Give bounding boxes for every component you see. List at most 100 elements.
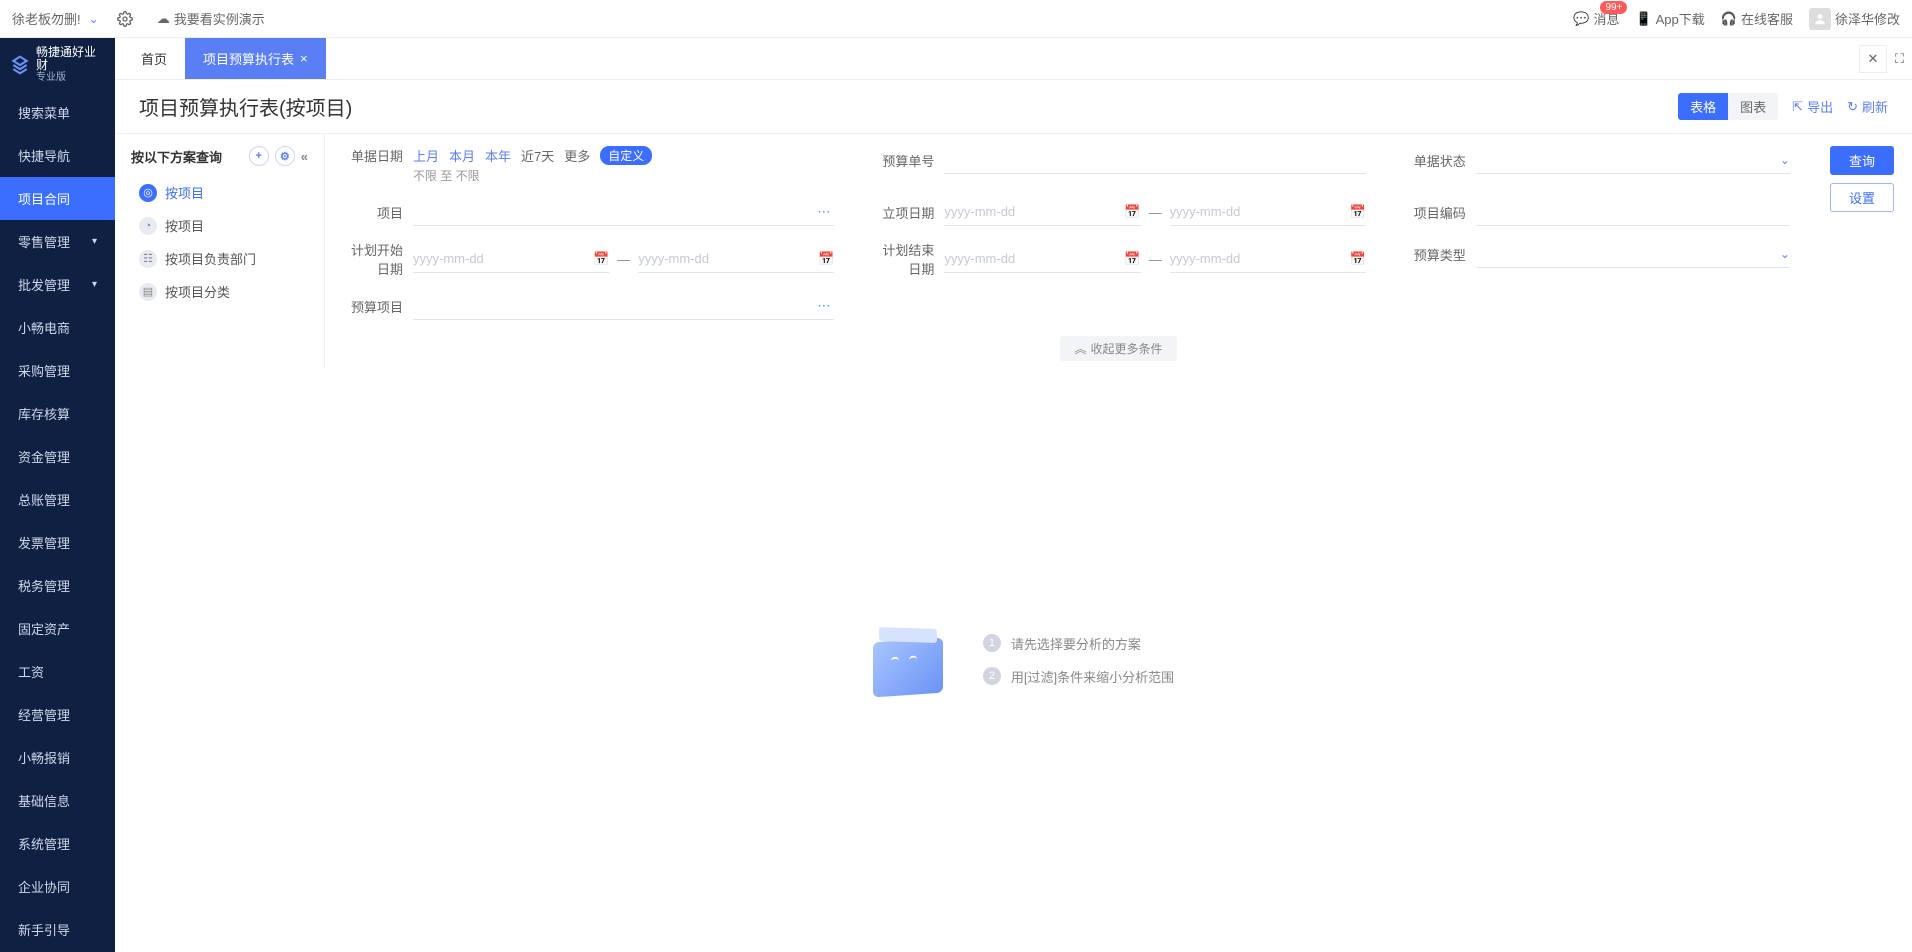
close-tabs-icon[interactable]: ✕ [1859, 45, 1887, 73]
org-selector[interactable]: 徐老板勿删! ⌄ [12, 9, 99, 28]
sidebar-item-11[interactable]: 税务管理 [0, 564, 115, 607]
headset-icon: 🎧 [1721, 11, 1737, 27]
bill-status-label: 单据状态 [1406, 151, 1476, 170]
setup-date-label: 立项日期 [874, 203, 944, 222]
sidebar-item-0[interactable]: 搜索菜单 [0, 91, 115, 134]
calendar-icon[interactable]: 📅 [818, 251, 834, 267]
quick-last-month[interactable]: 上月 [413, 146, 439, 165]
refresh-icon: ↻ [1847, 99, 1858, 115]
sidebar-item-3[interactable]: 零售管理▾ [0, 220, 115, 263]
setup-date-to[interactable] [1170, 204, 1346, 219]
support-button[interactable]: 🎧 在线客服 [1721, 9, 1793, 28]
fullscreen-icon[interactable]: ⛶ [1895, 51, 1904, 67]
scheme-icon: ▤ [139, 283, 157, 301]
chevron-down-icon: ⌄ [1780, 247, 1790, 261]
sidebar-item-10[interactable]: 发票管理 [0, 521, 115, 564]
sidebar-item-7[interactable]: 库存核算 [0, 392, 115, 435]
setup-date-from[interactable] [944, 204, 1120, 219]
sidebar-item-2[interactable]: 项目合同 [0, 177, 115, 220]
quick-last7[interactable]: 近7天 [521, 146, 554, 165]
sidebar-item-17[interactable]: 系统管理 [0, 822, 115, 865]
scheme-panel: 按以下方案查询 + ⚙ « ◎按项目◔按项目☷按项目负责部门▤按项目分类 [115, 134, 325, 367]
lookup-icon[interactable]: ⋯ [813, 204, 834, 220]
calendar-icon[interactable]: 📅 [1350, 251, 1366, 267]
app-download-button[interactable]: 📱 App下载 [1635, 9, 1704, 28]
view-table-button[interactable]: 表格 [1678, 93, 1728, 120]
query-button[interactable]: 查询 [1830, 146, 1894, 175]
brand: 畅捷通好业财 专业版 [0, 38, 115, 91]
sidebar-item-18[interactable]: 企业协同 [0, 865, 115, 908]
plan-start-label: 计划开始日期 [343, 240, 413, 278]
tabs-bar: 首页 项目预算执行表 × ✕ ⛶ [115, 38, 1912, 80]
quick-this-month[interactable]: 本月 [449, 146, 475, 165]
sidebar-item-4[interactable]: 批发管理▾ [0, 263, 115, 306]
sidebar: 畅捷通好业财 专业版 搜索菜单快捷导航项目合同零售管理▾批发管理▾小畅电商采购管… [0, 38, 115, 952]
plan-end-to[interactable] [1170, 251, 1346, 266]
budget-item-label: 预算项目 [343, 297, 413, 316]
sidebar-item-15[interactable]: 小畅报销 [0, 736, 115, 779]
user-menu[interactable]: 徐泽华修改 [1809, 8, 1900, 30]
export-button[interactable]: ⇱ 导出 [1792, 97, 1833, 116]
budget-type-select[interactable]: ⌄ [1476, 240, 1790, 268]
project-code-input[interactable] [1476, 204, 1790, 219]
budget-no-input[interactable] [944, 152, 1365, 167]
messages-button[interactable]: 💬 消息 99+ [1573, 9, 1619, 28]
scheme-item-2[interactable]: ☷按项目负责部门 [123, 242, 316, 275]
org-name: 徐老板勿删! [12, 9, 81, 28]
quick-this-year[interactable]: 本年 [485, 146, 511, 165]
view-chart-button[interactable]: 图表 [1728, 93, 1778, 120]
sidebar-item-8[interactable]: 资金管理 [0, 435, 115, 478]
calendar-icon[interactable]: 📅 [1350, 204, 1366, 220]
sidebar-item-5[interactable]: 小畅电商 [0, 306, 115, 349]
org-settings-icon[interactable] [117, 11, 133, 27]
tab-budget-execution[interactable]: 项目预算执行表 × [185, 38, 326, 79]
tab-home[interactable]: 首页 [123, 38, 185, 79]
chevron-down-icon: ▾ [92, 236, 97, 247]
plan-start-from[interactable] [413, 251, 589, 266]
view-toggle: 表格 图表 [1678, 93, 1778, 120]
scheme-header-label: 按以下方案查询 [131, 147, 222, 166]
collapse-filters-button[interactable]: ︽ 收起更多条件 [1060, 336, 1176, 361]
budget-no-label: 预算单号 [874, 151, 944, 170]
sidebar-item-1[interactable]: 快捷导航 [0, 134, 115, 177]
page-header: 项目预算执行表(按项目) 表格 图表 ⇱ 导出 ↻ 刷新 [115, 80, 1912, 134]
sidebar-item-14[interactable]: 经营管理 [0, 693, 115, 736]
scheme-settings-button[interactable]: ⚙ [275, 146, 295, 166]
scheme-item-3[interactable]: ▤按项目分类 [123, 275, 316, 308]
chevron-down-icon: ⌄ [89, 12, 99, 26]
quick-more[interactable]: 更多 [564, 146, 590, 165]
project-input[interactable] [413, 204, 809, 219]
sidebar-item-13[interactable]: 工资 [0, 650, 115, 693]
bill-status-select[interactable]: ⌄ [1476, 146, 1790, 174]
budget-item-input[interactable] [413, 298, 809, 313]
budget-type-label: 预算类型 [1406, 245, 1476, 264]
close-icon[interactable]: × [300, 51, 308, 66]
scheme-icon: ◔ [139, 217, 157, 235]
chevron-up-icon: ︽ [1074, 340, 1086, 357]
settings-button[interactable]: 设置 [1830, 183, 1894, 212]
cloud-icon: ☁ [157, 11, 170, 27]
quick-custom[interactable]: 自定义 [600, 146, 652, 165]
collapse-scheme-icon[interactable]: « [301, 149, 308, 164]
plan-start-to[interactable] [638, 251, 814, 266]
sidebar-item-12[interactable]: 固定资产 [0, 607, 115, 650]
calendar-icon[interactable]: 📅 [1124, 251, 1140, 267]
calendar-icon[interactable]: 📅 [593, 251, 609, 267]
brand-logo-icon [10, 55, 30, 75]
phone-icon: 📱 [1635, 11, 1651, 27]
scheme-item-1[interactable]: ◔按项目 [123, 209, 316, 242]
lookup-icon[interactable]: ⋯ [813, 298, 834, 314]
sidebar-item-19[interactable]: 新手引导 [0, 908, 115, 951]
scheme-icon: ☷ [139, 250, 157, 268]
empty-step-1: 请先选择要分析的方案 [1011, 634, 1141, 653]
calendar-icon[interactable]: 📅 [1124, 204, 1140, 220]
plan-end-from[interactable] [944, 251, 1120, 266]
refresh-button[interactable]: ↻ 刷新 [1847, 97, 1888, 116]
empty-state: 1请先选择要分析的方案 2用[过滤]条件来缩小分析范围 [115, 367, 1912, 952]
sidebar-item-9[interactable]: 总账管理 [0, 478, 115, 521]
scheme-item-0[interactable]: ◎按项目 [123, 176, 316, 209]
sidebar-item-6[interactable]: 采购管理 [0, 349, 115, 392]
sidebar-item-16[interactable]: 基础信息 [0, 779, 115, 822]
add-scheme-button[interactable]: + [249, 146, 269, 166]
demo-link[interactable]: ☁ 我要看实例演示 [157, 9, 265, 28]
